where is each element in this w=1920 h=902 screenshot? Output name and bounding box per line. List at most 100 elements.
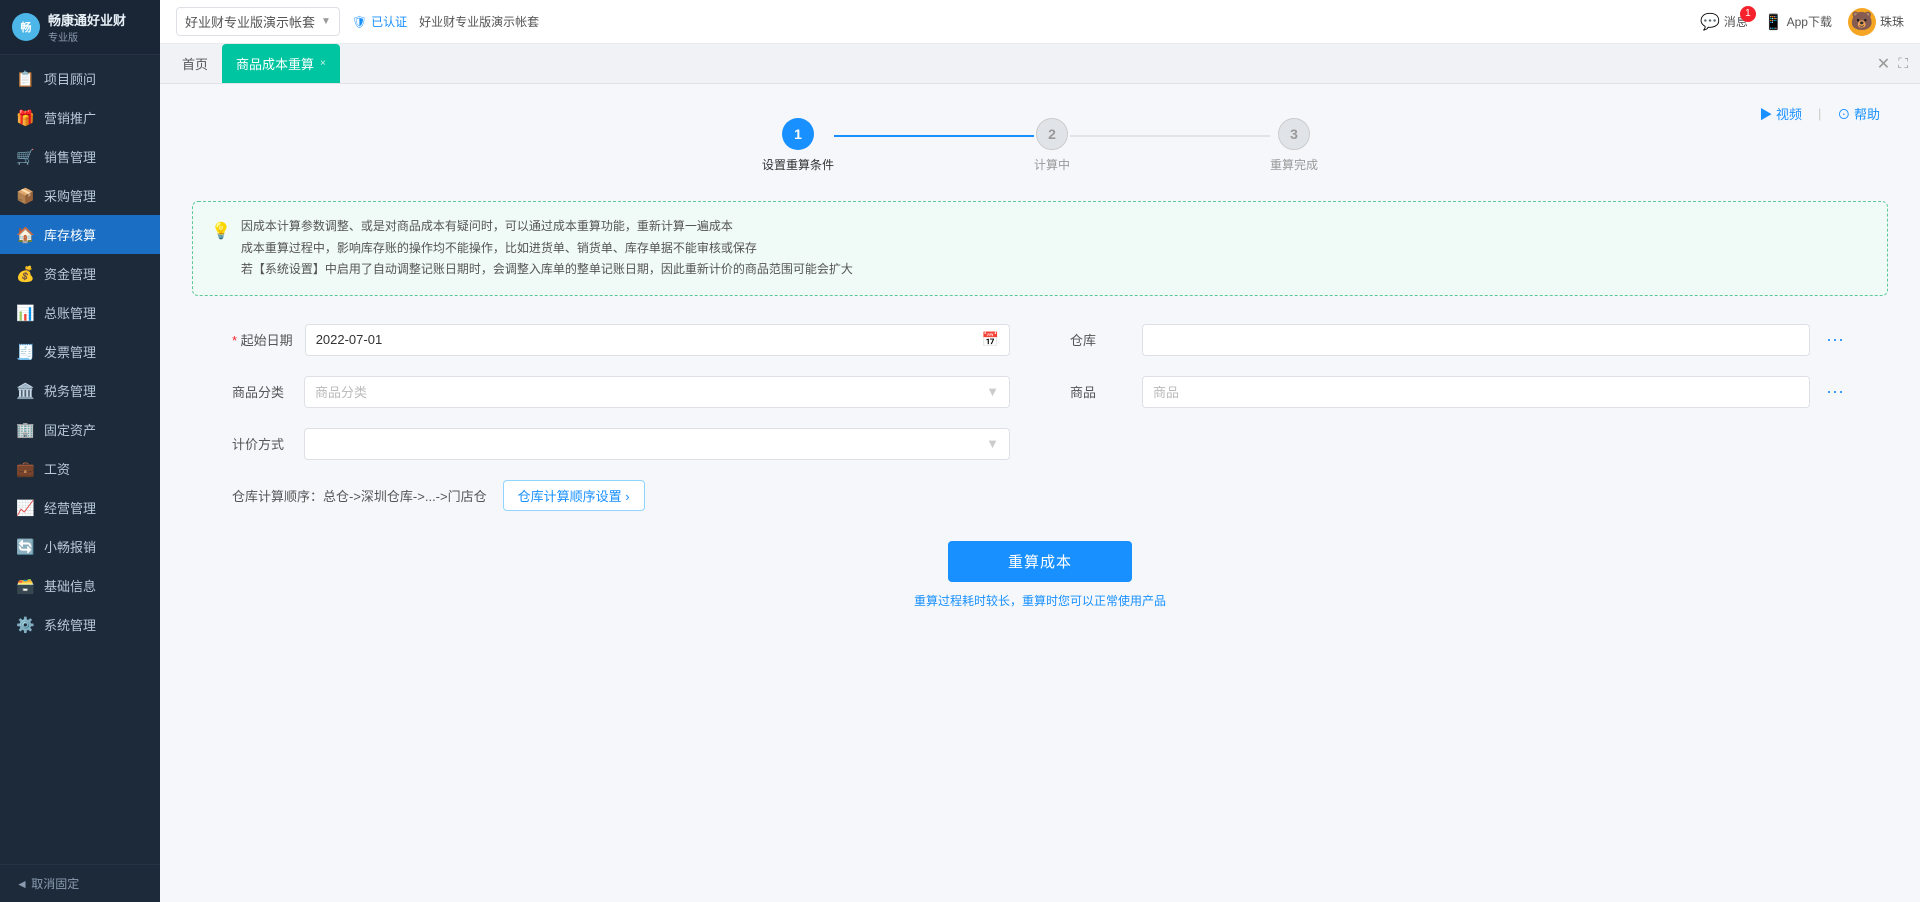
step-1-circle: 1 [782,118,814,150]
app-title: 畅康通好业财 [48,10,126,29]
app-download-button[interactable]: 📱 App下载 [1764,13,1832,31]
user-name: 珠珠 [1880,13,1904,30]
sidebar-item-label: 固定资产 [44,420,96,439]
form-row-2: 商品分类 商品分类 ▼ 商品 商品 ··· [232,376,1848,408]
chat-icon: 💬 [1700,12,1720,32]
info-line-2: 成本重算过程中，影响库存账的操作均不能操作，比如进货单、销货单、库存单据不能审核… [241,238,853,260]
tabs-bar: 首页 商品成本重算 × ✕ ⛶ [160,44,1920,84]
sidebar-item-label: 营销推广 [44,108,96,127]
category-label: 商品分类 [232,382,292,401]
pin-label: ◄ 取消固定 [16,875,79,892]
account-name: 好业财专业版演示帐套 [185,12,315,31]
category-select[interactable]: 商品分类 ▼ [304,376,1010,408]
form-section: 起始日期 2022-07-01 📅 仓库 ··· 商品分类 商 [192,324,1888,511]
tab-cost-recalc[interactable]: 商品成本重算 × [222,44,340,83]
start-date-field: 起始日期 2022-07-01 📅 [232,324,1010,356]
sidebar-item-project[interactable]: 📋 项目顾问 [0,59,160,98]
sidebar-item-label: 小畅报销 [44,537,96,556]
sidebar-item-assets[interactable]: 🏢 固定资产 [0,410,160,449]
sidebar-item-label: 项目顾问 [44,69,96,88]
sidebar-item-accounting[interactable]: 📊 总账管理 [0,293,160,332]
warehouse-order-settings-button[interactable]: 仓库计算顺序设置 › [503,480,645,511]
info-line-3: 若【系统设置】中启用了自动调整记账日期时，会调整入库单的整单记账日期，因此重新计… [241,259,853,281]
pricing-label: 计价方式 [232,434,292,453]
video-link[interactable]: ▶ 视频 [1759,104,1802,123]
step-3: 3 重算完成 [1270,118,1318,173]
app-logo: 畅 [12,13,40,41]
sidebar-header: 畅 畅康通好业财 专业版 [0,0,160,55]
messages-badge: 1 [1740,6,1756,22]
sidebar-item-basic[interactable]: 🗃️ 基础信息 [0,566,160,605]
step-3-label: 重算完成 [1270,156,1318,173]
info-text: 因成本计算参数调整、或是对商品成本有疑问时，可以通过成本重算功能，重新计算一遍成… [241,216,853,281]
start-date-input[interactable]: 2022-07-01 📅 [305,324,1010,356]
sidebar-item-invoice[interactable]: 🧾 发票管理 [0,332,160,371]
basic-icon: 🗃️ [16,577,34,595]
assets-icon: 🏢 [16,421,34,439]
operations-icon: 📈 [16,499,34,517]
tab-home[interactable]: 首页 [168,44,222,83]
recalculate-button[interactable]: 重算成本 [948,541,1132,582]
category-placeholder: 商品分类 [315,382,367,401]
step-line-2 [1070,135,1270,137]
submit-area: 重算成本 重算过程耗时较长，重算时您可以正常使用产品 [192,541,1888,609]
user-profile-button[interactable]: 🐻 珠珠 [1848,8,1904,36]
avatar: 🐻 [1848,8,1876,36]
accounting-icon: 📊 [16,304,34,322]
sidebar-item-label: 资金管理 [44,264,96,283]
topbar-right: 💬 消息 1 📱 App下载 🐻 珠珠 [1700,8,1904,36]
step-2-label: 计算中 [1034,156,1070,173]
system-icon: ⚙️ [16,616,34,634]
start-date-value: 2022-07-01 [316,332,383,347]
sidebar-pin-button[interactable]: ◄ 取消固定 [0,864,160,902]
account-selector[interactable]: 好业财专业版演示帐套 ▼ [176,7,340,36]
sidebar-item-label: 销售管理 [44,147,96,166]
sidebar-item-label: 工资 [44,459,70,478]
goods-dots-button[interactable]: ··· [1822,381,1848,402]
account-display-name: 好业财专业版演示帐套 [419,13,539,30]
tab-close-icon[interactable]: × [320,58,326,69]
sidebar-item-tax[interactable]: 🏛️ 税务管理 [0,371,160,410]
close-window-icon[interactable]: ✕ [1877,54,1890,74]
step-line-1 [834,135,1034,137]
warehouse-label: 仓库 [1070,330,1130,349]
sidebar-item-finance[interactable]: 💰 资金管理 [0,254,160,293]
goods-input[interactable]: 商品 [1142,376,1810,408]
category-field: 商品分类 商品分类 ▼ [232,376,1010,408]
sidebar-item-label: 系统管理 [44,615,96,634]
expand-window-icon[interactable]: ⛶ [1898,55,1908,72]
sidebar-item-inventory[interactable]: 🏠 库存核算 [0,215,160,254]
sidebar-item-label: 采购管理 [44,186,96,205]
form-row-1: 起始日期 2022-07-01 📅 仓库 ··· [232,324,1848,356]
cost-recalc-tab-label: 商品成本重算 [236,54,314,73]
sidebar-item-expenses[interactable]: 🔄 小畅报销 [0,527,160,566]
invoice-icon: 🧾 [16,343,34,361]
app-download-label: App下载 [1787,13,1832,30]
sidebar-item-label: 基础信息 [44,576,96,595]
form-row-3: 计价方式 ▼ [232,428,1848,460]
sidebar-item-purchase[interactable]: 📦 采购管理 [0,176,160,215]
sidebar-item-marketing[interactable]: 🎁 营销推广 [0,98,160,137]
warehouse-field: 仓库 ··· [1070,324,1848,356]
project-icon: 📋 [16,70,34,88]
help-link[interactable]: ⊙ 帮助 [1837,104,1880,123]
step-1-label: 设置重算条件 [762,156,834,173]
sidebar-item-payroll[interactable]: 💼 工资 [0,449,160,488]
messages-button[interactable]: 💬 消息 1 [1700,12,1748,32]
main-area: 好业财专业版演示帐套 ▼ 🛡 已认证 好业财专业版演示帐套 💬 消息 1 📱 A… [160,0,1920,902]
inventory-icon: 🏠 [16,226,34,244]
pricing-select[interactable]: ▼ [304,428,1010,460]
phone-icon: 📱 [1764,13,1783,31]
goods-field: 商品 商品 ··· [1070,376,1848,408]
warehouse-dots-button[interactable]: ··· [1822,329,1848,350]
warehouse-input[interactable] [1142,324,1810,356]
expenses-icon: 🔄 [16,538,34,556]
sidebar-item-label: 税务管理 [44,381,96,400]
info-icon: 💡 [211,218,231,281]
sidebar-item-sales[interactable]: 🛒 销售管理 [0,137,160,176]
step-2: 2 计算中 [1034,118,1070,173]
sidebar-item-system[interactable]: ⚙️ 系统管理 [0,605,160,644]
sidebar-item-operations[interactable]: 📈 经营管理 [0,488,160,527]
chevron-down-icon: ▼ [321,16,331,27]
verified-badge: 🛡 已认证 [352,13,407,30]
